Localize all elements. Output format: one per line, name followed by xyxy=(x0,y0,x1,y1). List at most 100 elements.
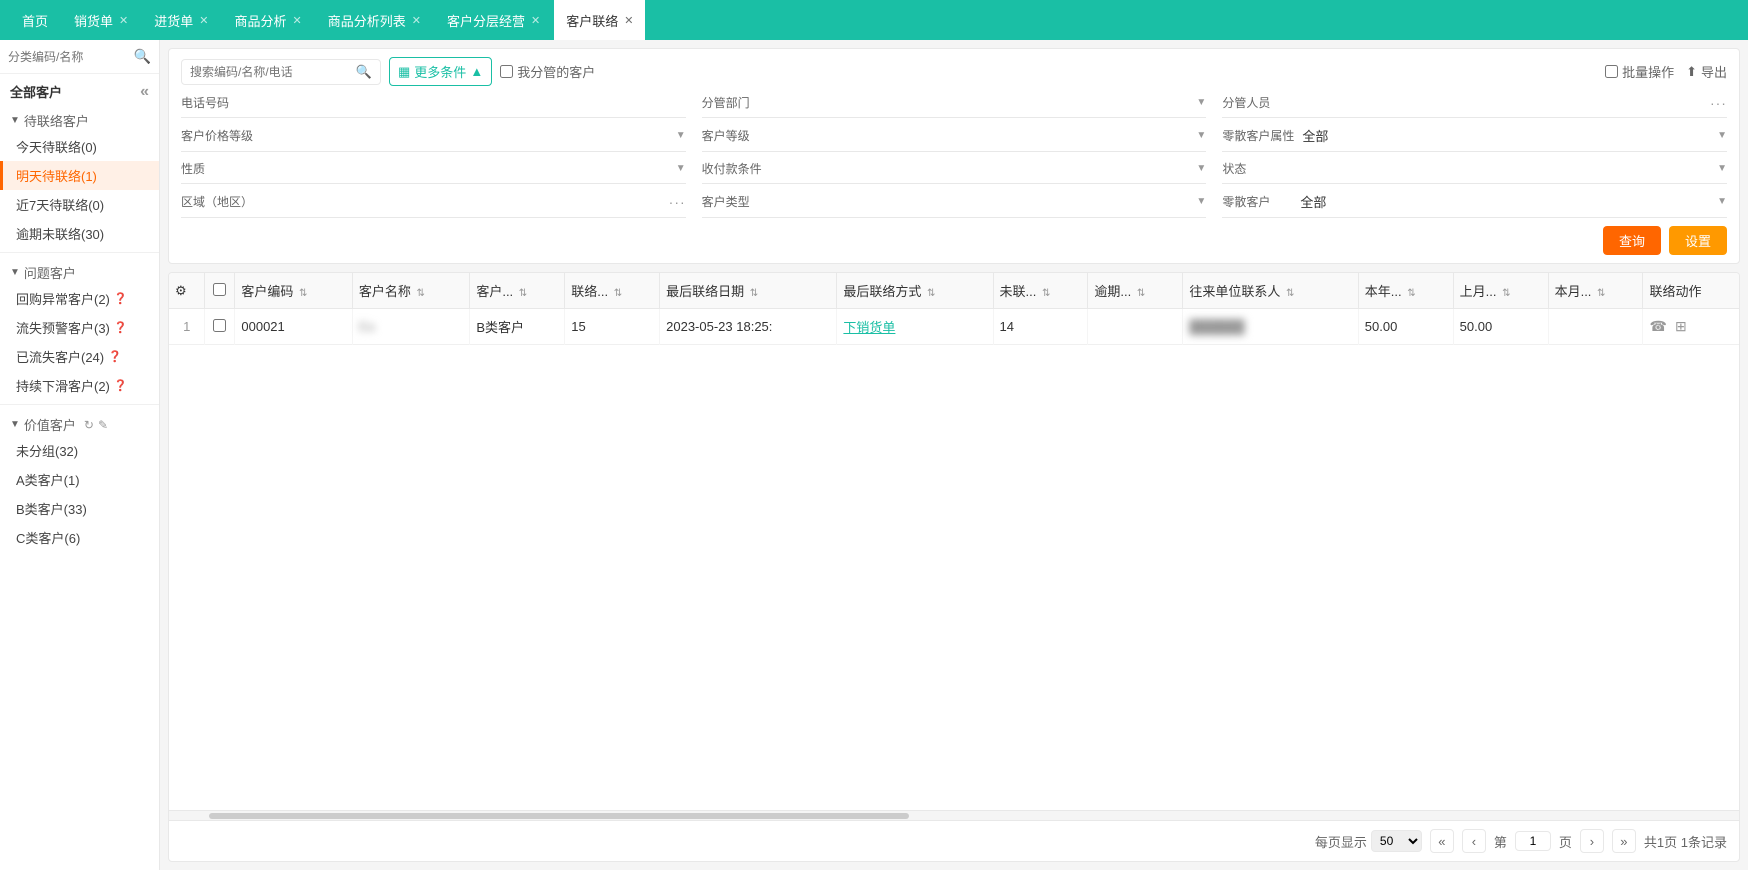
col-year-amount-label: 本年... xyxy=(1365,284,1402,299)
row-action-phone-icon[interactable]: ☎ xyxy=(1649,318,1666,335)
search-icon[interactable]: 🔍 xyxy=(356,64,372,80)
col-last-month[interactable]: 上月... ⇅ xyxy=(1453,273,1548,309)
my-customers-checkbox[interactable] xyxy=(500,65,513,78)
filter-status: 状态 ▼ xyxy=(1222,160,1727,184)
col-year-amount[interactable]: 本年... ⇅ xyxy=(1358,273,1453,309)
filter-rows: 电话号码 分管部门 ▼ 分管人员 ··· xyxy=(181,94,1727,218)
page-input[interactable] xyxy=(1515,831,1551,851)
nav-purchase-order[interactable]: 进货单 ✕ xyxy=(142,0,220,40)
col-name-sort: ⇅ xyxy=(417,288,425,299)
filter-retail-attr-value[interactable]: 全部 ▼ xyxy=(1302,126,1727,145)
nav-customer-segmentation[interactable]: 客户分层经营 ✕ xyxy=(435,0,552,40)
filter-nature-value[interactable]: ▼ xyxy=(259,163,686,174)
sidebar-item-c-class[interactable]: C类客户(6) xyxy=(0,523,159,552)
nav-product-analysis-list-close[interactable]: ✕ xyxy=(412,14,421,27)
churn-warning-help-icon[interactable]: ❓ xyxy=(114,321,128,334)
col-last-method[interactable]: 最后联络方式 ⇅ xyxy=(837,273,993,309)
query-button[interactable]: 查询 xyxy=(1603,226,1661,255)
sidebar-item-declining[interactable]: 持续下滑客户(2) ❓ xyxy=(0,371,159,400)
more-conditions-btn[interactable]: ▦ 更多条件 ▲ xyxy=(389,57,492,86)
reset-button[interactable]: 设置 xyxy=(1669,226,1727,255)
col-type[interactable]: 客户... ⇅ xyxy=(470,273,565,309)
value-group-edit-icon[interactable]: ✎ xyxy=(98,418,108,432)
filter-nature: 性质 ▼ xyxy=(181,160,686,184)
filter-region-value[interactable]: ··· xyxy=(261,194,686,210)
sidebar-item-a-class[interactable]: A类客户(1) xyxy=(0,465,159,494)
nav-customer-contact[interactable]: 客户联络 ✕ xyxy=(554,0,645,40)
nav-purchase-order-label: 进货单 xyxy=(154,11,193,30)
filter-customer-type-value[interactable]: ▼ xyxy=(780,196,1207,207)
sidebar-item-b-class[interactable]: B类客户(33) xyxy=(0,494,159,523)
sidebar-item-ungrouped[interactable]: 未分组(32) xyxy=(0,436,159,465)
sidebar: 🔍 全部客户 « ▼ 待联络客户 今天待联络(0) 明天待联络(1) 近7天待联… xyxy=(0,40,160,870)
sidebar-item-7days[interactable]: 近7天待联络(0) xyxy=(0,190,159,219)
filter-dept-value[interactable]: ▼ xyxy=(780,97,1207,108)
search-input[interactable] xyxy=(190,65,352,79)
sidebar-collapse-btn[interactable]: « xyxy=(140,83,149,101)
row-last-method-link[interactable]: 下销货单 xyxy=(843,320,895,335)
nav-home[interactable]: 首页 xyxy=(10,0,60,40)
nav-customer-contact-close[interactable]: ✕ xyxy=(624,14,633,27)
first-page-btn[interactable]: « xyxy=(1430,829,1454,853)
gear-icon[interactable]: ⚙ xyxy=(175,283,187,298)
filter-person-dots: ··· xyxy=(1710,95,1727,111)
filter-status-value[interactable]: ▼ xyxy=(1300,163,1727,174)
filter-price-level-value[interactable]: ▼ xyxy=(261,130,686,141)
sidebar-item-churned[interactable]: 已流失客户(24) ❓ xyxy=(0,342,159,371)
scrollbar-thumb[interactable] xyxy=(209,813,909,819)
col-name[interactable]: 客户名称 ⇅ xyxy=(352,273,469,309)
col-contact-person-label: 往来单位联系人 xyxy=(1189,284,1280,299)
filter-customer-level-value[interactable]: ▼ xyxy=(780,130,1207,141)
sidebar-item-churn-warning[interactable]: 流失预警客户(3) ❓ xyxy=(0,313,159,342)
col-gear[interactable]: ⚙ xyxy=(169,273,205,309)
nav-customer-segmentation-close[interactable]: ✕ xyxy=(531,14,540,27)
horizontal-scrollbar[interactable] xyxy=(169,810,1739,820)
row-action-grid-icon[interactable]: ⊞ xyxy=(1675,318,1687,335)
export-btn[interactable]: ⬆ 导出 xyxy=(1686,62,1727,81)
next-page-btn[interactable]: › xyxy=(1580,829,1604,853)
nav-product-analysis-close[interactable]: ✕ xyxy=(293,14,302,27)
value-group-refresh-icon[interactable]: ↻ xyxy=(84,418,94,432)
prev-page-btn[interactable]: ‹ xyxy=(1462,829,1486,853)
sidebar-search-icon[interactable]: 🔍 xyxy=(134,48,151,65)
filter-retail-label: 零散客户 xyxy=(1222,193,1292,210)
repurchase-help-icon[interactable]: ❓ xyxy=(114,292,128,305)
nav-sales-order[interactable]: 销货单 ✕ xyxy=(62,0,140,40)
sidebar-search-input[interactable] xyxy=(8,50,130,64)
declining-help-icon[interactable]: ❓ xyxy=(114,379,128,392)
sidebar-group-value[interactable]: ▼ 价值客户 ↻ ✎ xyxy=(0,409,159,436)
row-contact-person-text: ██████ xyxy=(1189,319,1244,334)
churned-help-icon[interactable]: ❓ xyxy=(108,350,122,363)
col-this-month[interactable]: 本月... ⇅ xyxy=(1548,273,1643,309)
row-checkbox[interactable] xyxy=(213,319,226,332)
filter-payment-value[interactable]: ▼ xyxy=(780,163,1207,174)
sidebar-group-pending[interactable]: ▼ 待联络客户 xyxy=(0,105,159,132)
sidebar-item-overdue[interactable]: 逾期未联络(30) xyxy=(0,219,159,248)
col-overdue[interactable]: 逾期... ⇅ xyxy=(1088,273,1183,309)
nav-sales-order-close[interactable]: ✕ xyxy=(119,14,128,27)
export-icon: ⬆ xyxy=(1686,64,1697,80)
sidebar-item-today[interactable]: 今天待联络(0) xyxy=(0,132,159,161)
col-contact-person[interactable]: 往来单位联系人 ⇅ xyxy=(1183,273,1358,309)
nav-product-analysis[interactable]: 商品分析 ✕ xyxy=(222,0,313,40)
col-unlinked[interactable]: 未联... ⇅ xyxy=(993,273,1088,309)
row-last-method[interactable]: 下销货单 xyxy=(837,309,993,345)
filter-person-value[interactable]: ··· xyxy=(1300,95,1727,111)
filter-phone-label: 电话号码 xyxy=(181,94,251,111)
batch-checkbox[interactable] xyxy=(1605,65,1618,78)
filter-retail-value[interactable]: 全部 ▼ xyxy=(1300,192,1727,211)
nav-product-analysis-list[interactable]: 商品分析列表 ✕ xyxy=(316,0,433,40)
col-code[interactable]: 客户编码 ⇅ xyxy=(235,273,352,309)
nav-purchase-close[interactable]: ✕ xyxy=(199,14,208,27)
per-page-select[interactable]: 50 100 200 xyxy=(1371,830,1422,852)
my-customers-checkbox-wrap[interactable]: 我分管的客户 xyxy=(500,62,595,81)
last-page-btn[interactable]: » xyxy=(1612,829,1636,853)
batch-operation-btn[interactable]: 批量操作 xyxy=(1605,62,1674,81)
col-contact-num[interactable]: 联络... ⇅ xyxy=(565,273,660,309)
sidebar-item-tomorrow[interactable]: 明天待联络(1) xyxy=(0,161,159,190)
sidebar-item-repurchase[interactable]: 回购异常客户(2) ❓ xyxy=(0,284,159,313)
nav-product-analysis-list-label: 商品分析列表 xyxy=(328,11,406,30)
sidebar-group-problem[interactable]: ▼ 问题客户 xyxy=(0,257,159,284)
col-last-date[interactable]: 最后联络日期 ⇅ xyxy=(660,273,837,309)
select-all-checkbox[interactable] xyxy=(213,283,226,296)
